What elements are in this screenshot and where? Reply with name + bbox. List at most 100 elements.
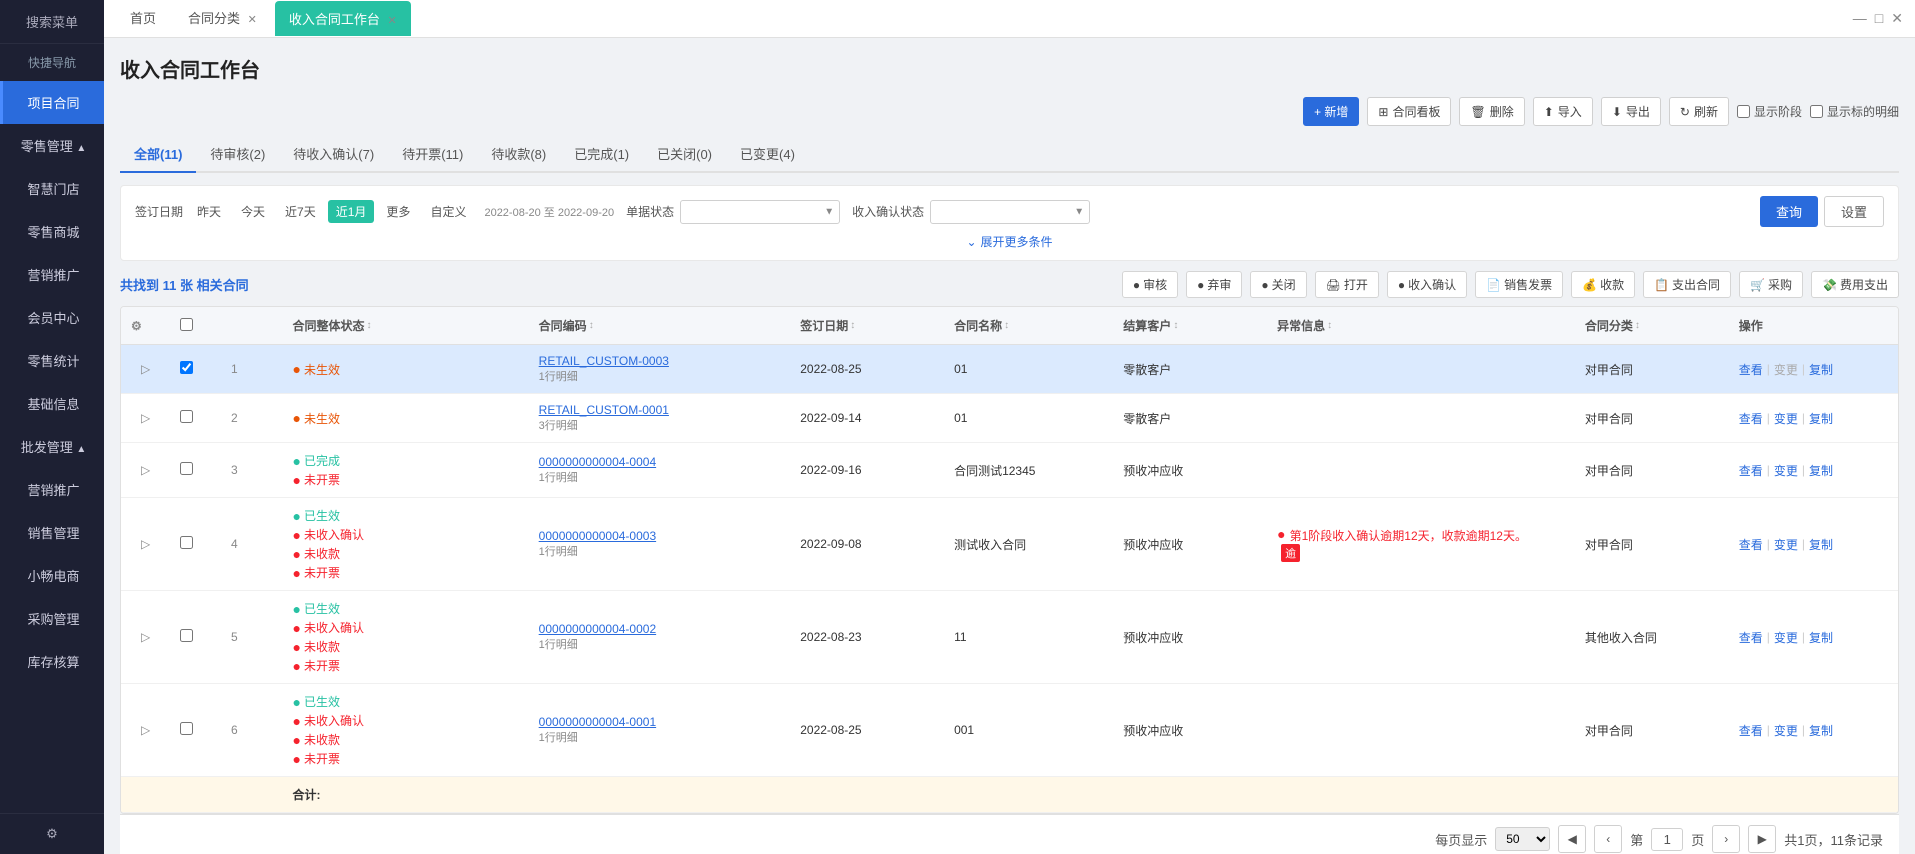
copy-action[interactable]: 复制 xyxy=(1809,629,1833,646)
row-expand[interactable]: ▷ xyxy=(121,345,170,394)
filter-tab-pending-payment[interactable]: 待收款(8) xyxy=(477,136,560,173)
sidebar-item-member-center[interactable]: 会员中心 xyxy=(0,296,104,339)
edit-action[interactable]: 变更 xyxy=(1774,410,1798,427)
copy-action[interactable]: 复制 xyxy=(1809,361,1833,378)
row-checkbox[interactable] xyxy=(180,462,193,475)
select-all-checkbox[interactable] xyxy=(180,318,193,331)
edit-action[interactable]: 变更 xyxy=(1774,629,1798,646)
contract-board-button[interactable]: ⊞ 合同看板 xyxy=(1367,97,1451,126)
contract-code-link[interactable]: RETAIL_CUSTOM-0003 xyxy=(539,354,669,368)
next-page-btn[interactable]: › xyxy=(1712,825,1740,853)
filter-setting-button[interactable]: 设置 xyxy=(1824,196,1884,227)
filter-tab-pending-income[interactable]: 待收入确认(7) xyxy=(279,136,388,173)
view-action[interactable]: 查看 xyxy=(1739,410,1763,427)
th-settlement-customer[interactable]: 结算客户 xyxy=(1113,307,1267,345)
th-contract-name[interactable]: 合同名称 xyxy=(944,307,1113,345)
row-checkbox[interactable] xyxy=(180,629,193,642)
close-table-btn[interactable]: ● 关闭 xyxy=(1250,271,1306,298)
sidebar-item-smart-store[interactable]: 智慧门店 xyxy=(0,167,104,210)
filter-tab-closed[interactable]: 已关闭(0) xyxy=(643,136,726,173)
add-button[interactable]: + 新增 xyxy=(1303,97,1359,126)
show-stage-checkbox[interactable] xyxy=(1737,105,1750,118)
contract-code-link[interactable]: 0000000000004-0003 xyxy=(539,529,656,543)
filter-tab-completed[interactable]: 已完成(1) xyxy=(560,136,643,173)
row-checkbox-cell[interactable] xyxy=(170,684,221,777)
row-checkbox[interactable] xyxy=(180,722,193,735)
minimize-btn[interactable]: — xyxy=(1853,10,1867,27)
expense-out-btn[interactable]: 💸 费用支出 xyxy=(1811,271,1899,298)
th-sign-date[interactable]: 签订日期 xyxy=(790,307,944,345)
contract-code-link[interactable]: 0000000000004-0004 xyxy=(539,455,656,469)
edit-action[interactable]: 变更 xyxy=(1774,536,1798,553)
sidebar-settings[interactable]: ⚙ xyxy=(0,813,104,854)
export-button[interactable]: ⬇ 导出 xyxy=(1601,97,1661,126)
row-checkbox[interactable] xyxy=(180,361,193,374)
sidebar-item-purchase-mgmt[interactable]: 采购管理 xyxy=(0,597,104,640)
query-button[interactable]: 查询 xyxy=(1760,196,1818,227)
current-page-display[interactable]: 1 xyxy=(1651,828,1683,851)
th-error-info[interactable]: 异常信息 xyxy=(1267,307,1575,345)
print-btn[interactable]: 🖨 打开 xyxy=(1315,271,1379,298)
tab-close-contract-category[interactable]: ✕ xyxy=(248,14,257,26)
tab-close-income-workbench[interactable]: ✕ xyxy=(388,15,397,27)
sidebar-quick-nav[interactable]: 快捷导航 xyxy=(0,44,104,81)
copy-action[interactable]: 复制 xyxy=(1809,462,1833,479)
delete-button[interactable]: 🗑 删除 xyxy=(1459,97,1524,126)
sidebar-item-inventory[interactable]: 库存核算 xyxy=(0,640,104,683)
sidebar-item-basic-info[interactable]: 基础信息 xyxy=(0,382,104,425)
sidebar-item-marketing2[interactable]: 营销推广 xyxy=(0,468,104,511)
edit-action[interactable]: 变更 xyxy=(1774,722,1798,739)
close-btn[interactable]: ✕ xyxy=(1891,10,1903,27)
purchase-btn[interactable]: 🛒 采购 xyxy=(1739,271,1803,298)
filter-tab-all[interactable]: 全部(11) xyxy=(120,136,196,173)
date-last7days[interactable]: 近7天 xyxy=(277,200,324,223)
sidebar-item-xiaochang[interactable]: 小畅电商 xyxy=(0,554,104,597)
filter-tab-pending-invoice[interactable]: 待开票(11) xyxy=(388,136,477,173)
filter-tab-changed[interactable]: 已变更(4) xyxy=(726,136,809,173)
audit-btn[interactable]: ● 审核 xyxy=(1122,271,1178,298)
filter-tab-pending-review[interactable]: 待审核(2) xyxy=(196,136,279,173)
tab-contract-category[interactable]: 合同分类 ✕ xyxy=(174,0,271,37)
page-size-select[interactable]: 50 20 100 xyxy=(1495,827,1550,851)
income-confirm-btn[interactable]: ● 收入确认 xyxy=(1387,271,1467,298)
view-action[interactable]: 查看 xyxy=(1739,722,1763,739)
view-action[interactable]: 查看 xyxy=(1739,536,1763,553)
import-button[interactable]: ⬆ 导入 xyxy=(1533,97,1593,126)
expand-more-conditions[interactable]: ⌄ 展开更多条件 xyxy=(966,233,1052,250)
row-checkbox-cell[interactable] xyxy=(170,345,221,394)
row-checkbox-cell[interactable] xyxy=(170,498,221,591)
view-action[interactable]: 查看 xyxy=(1739,361,1763,378)
copy-action[interactable]: 复制 xyxy=(1809,536,1833,553)
copy-action[interactable]: 复制 xyxy=(1809,410,1833,427)
income-confirm-select[interactable] xyxy=(930,200,1090,224)
view-action[interactable]: 查看 xyxy=(1739,629,1763,646)
th-settings[interactable]: ⚙ xyxy=(121,307,170,345)
date-custom[interactable]: 自定义 xyxy=(422,200,474,223)
tab-home[interactable]: 首页 xyxy=(116,0,170,37)
maximize-btn[interactable]: □ xyxy=(1875,10,1883,27)
row-expand[interactable]: ▷ xyxy=(121,498,170,591)
row-checkbox[interactable] xyxy=(180,536,193,549)
date-more[interactable]: 更多 xyxy=(378,200,418,223)
first-page-btn[interactable]: ◀ xyxy=(1558,825,1586,853)
sidebar-search[interactable]: 搜索菜单 xyxy=(0,0,104,44)
refresh-button[interactable]: ↻ 刷新 xyxy=(1669,97,1729,126)
prev-page-btn[interactable]: ‹ xyxy=(1594,825,1622,853)
date-last1month[interactable]: 近1月 xyxy=(328,200,375,223)
sidebar-item-project-contract[interactable]: 项目合同 xyxy=(0,81,104,124)
contract-code-link[interactable]: RETAIL_CUSTOM-0001 xyxy=(539,403,669,417)
edit-action[interactable]: 变更 xyxy=(1774,462,1798,479)
show-mark-check[interactable]: 显示标的明细 xyxy=(1810,103,1899,120)
sidebar-item-retail-mgmt[interactable]: 零售管理 ▲ xyxy=(0,124,104,167)
sales-invoice-btn[interactable]: 📄 销售发票 xyxy=(1475,271,1563,298)
date-yesterday[interactable]: 昨天 xyxy=(189,200,229,223)
row-expand[interactable]: ▷ xyxy=(121,591,170,684)
doc-status-select[interactable] xyxy=(680,200,840,224)
collection-btn[interactable]: 💰 收款 xyxy=(1571,271,1635,298)
row-expand[interactable]: ▷ xyxy=(121,443,170,498)
date-today[interactable]: 今天 xyxy=(233,200,273,223)
contract-code-link[interactable]: 0000000000004-0002 xyxy=(539,622,656,636)
th-contract-code[interactable]: 合同编码 xyxy=(529,307,791,345)
row-checkbox-cell[interactable] xyxy=(170,591,221,684)
column-settings-icon[interactable]: ⚙ xyxy=(131,319,142,333)
